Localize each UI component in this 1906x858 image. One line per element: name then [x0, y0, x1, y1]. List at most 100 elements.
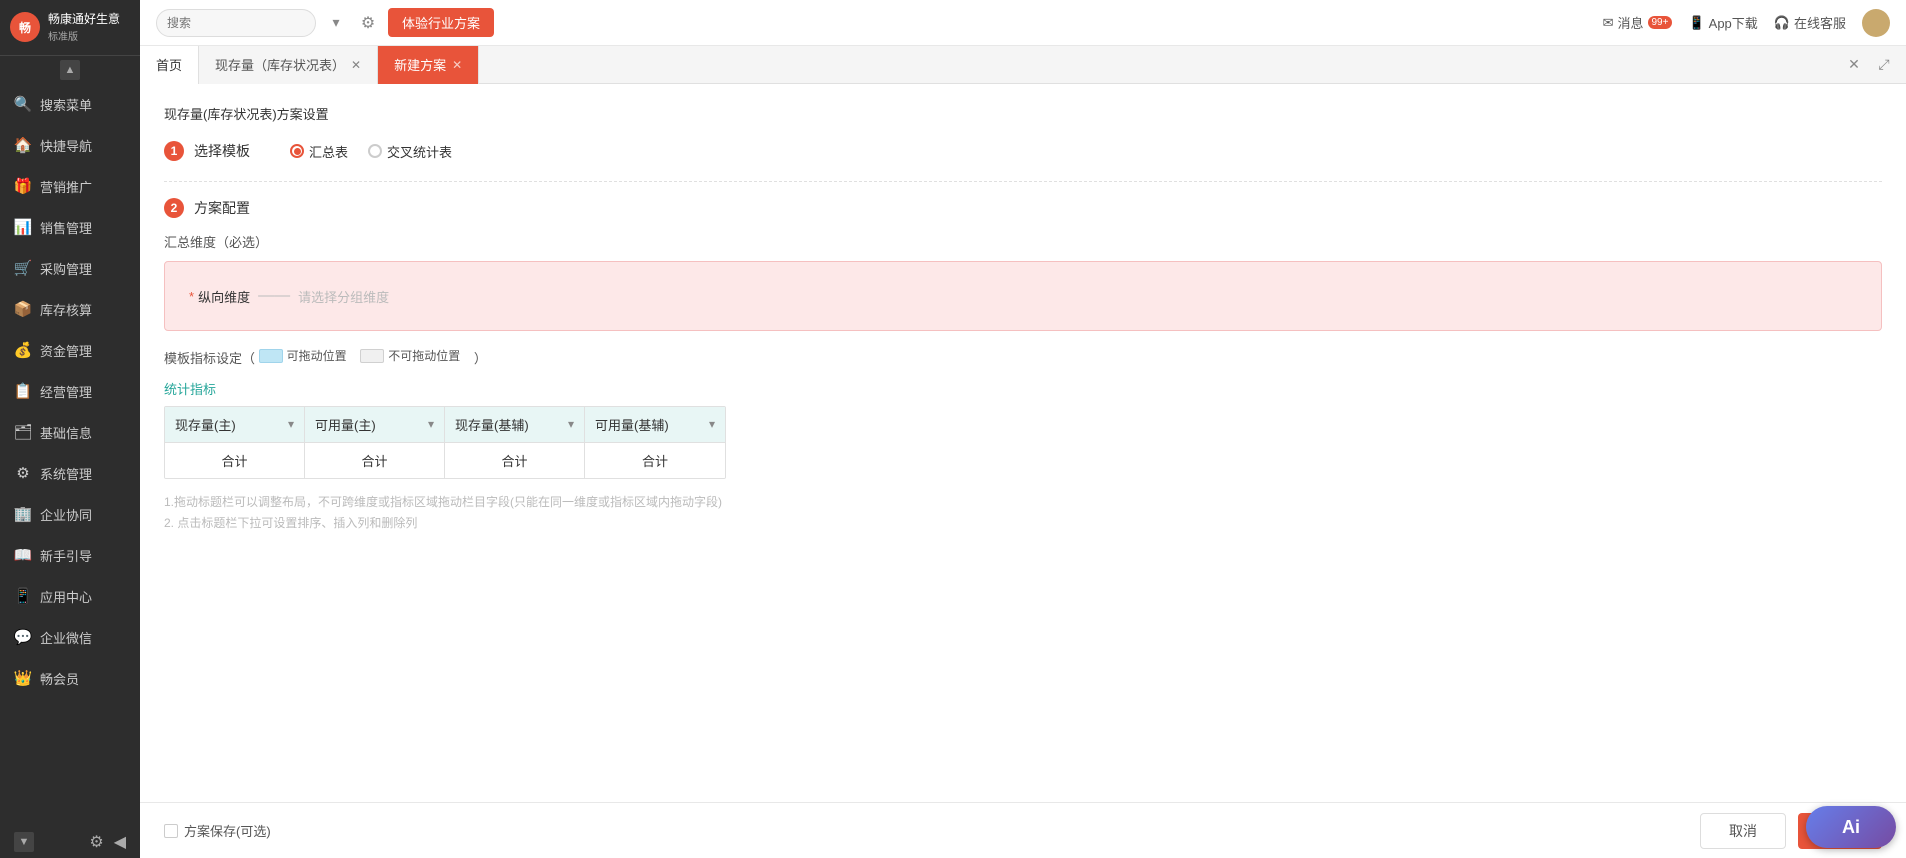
app-center-icon: 📱 — [14, 587, 32, 605]
ai-assistant-button[interactable]: Ai — [1806, 806, 1896, 848]
chevron-icon-0[interactable]: ▾ — [288, 417, 294, 431]
stats-col-3: 可用量(基辅) ▾ 合计 — [585, 407, 725, 478]
system-icon: ⚙ — [14, 464, 32, 482]
indicator-fixed-tag: 不可拖动位置 — [360, 347, 460, 364]
sidebar-logo: 畅 畅康通好生意 标准版 — [0, 0, 140, 56]
content-inner: 现存量(库存状况表)方案设置 1 选择模板 汇总表 交叉统计表 — [140, 84, 1906, 802]
stats-col-1: 可用量(主) ▾ 合计 — [305, 407, 445, 478]
sidebar-item-label: 采购管理 — [40, 259, 92, 278]
sidebar-item-label: 企业协同 — [40, 505, 92, 524]
sidebar-item-label: 畅会员 — [40, 669, 79, 688]
stats-col-2: 现存量(基辅) ▾ 合计 — [445, 407, 585, 478]
message-badge: 99+ — [1648, 16, 1673, 29]
sidebar-item-search[interactable]: 🔍 搜索菜单 — [0, 84, 140, 125]
sidebar-item-label: 营销推广 — [40, 177, 92, 196]
chevron-icon-1[interactable]: ▾ — [428, 417, 434, 431]
sidebar-item-label: 经营管理 — [40, 382, 92, 401]
dimension-box[interactable]: * 纵向维度 —— 请选择分组维度 — [164, 261, 1882, 331]
sidebar-item-operations[interactable]: 📋 经营管理 — [0, 371, 140, 412]
dimension-placeholder: 请选择分组维度 — [298, 287, 389, 306]
tab-inventory-close-icon[interactable]: ✕ — [351, 58, 361, 72]
logo-icon: 畅 — [10, 12, 40, 42]
sidebar-item-basic-info[interactable]: 🗂 基础信息 — [0, 412, 140, 453]
message-label: 消息 — [1617, 13, 1643, 32]
sidebar-item-label: 库存核算 — [40, 300, 92, 319]
sidebar-item-label: 基础信息 — [40, 423, 92, 442]
sidebar-item-finance[interactable]: 💰 资金管理 — [0, 330, 140, 371]
sidebar-item-system[interactable]: ⚙ 系统管理 — [0, 453, 140, 494]
step1-header: 1 选择模板 汇总表 交叉统计表 — [164, 141, 1882, 161]
app-download-icon: 📱 — [1688, 15, 1704, 31]
sidebar-collapse-icon[interactable]: ◀ — [114, 832, 126, 852]
sidebar-nav: 🔍 搜索菜单 🏠 快捷导航 🎁 营销推广 📊 销售管理 🛒 采购管理 📦 库存核… — [0, 84, 140, 826]
chevron-icon-3[interactable]: ▾ — [709, 417, 715, 431]
sidebar-item-sales[interactable]: 📊 销售管理 — [0, 207, 140, 248]
sidebar-item-member[interactable]: 👑 畅会员 — [0, 658, 140, 699]
col-header-label-2: 现存量(基辅) — [455, 415, 529, 434]
app-download-button[interactable]: 📱 App下载 — [1688, 13, 1757, 32]
dropdown-button[interactable]: ▾ — [324, 11, 348, 35]
stats-col-header-0[interactable]: 现存量(主) ▾ — [165, 407, 304, 443]
sidebar: 畅 畅康通好生意 标准版 ▲ 🔍 搜索菜单 🏠 快捷导航 🎁 营销推广 📊 销售… — [0, 0, 140, 858]
stats-col-header-2[interactable]: 现存量(基辅) ▾ — [445, 407, 584, 443]
sidebar-item-label: 企业微信 — [40, 628, 92, 647]
sidebar-item-inventory[interactable]: 📦 库存核算 — [0, 289, 140, 330]
col-header-label-3: 可用量(基辅) — [595, 415, 669, 434]
sales-icon: 📊 — [14, 218, 32, 236]
trial-industry-button[interactable]: 体验行业方案 — [388, 8, 494, 37]
search-input[interactable] — [156, 9, 316, 37]
stats-col-cell-1: 合计 — [305, 443, 444, 478]
tips-section: 1.拖动标题栏可以调整布局，不可跨维度或指标区域拖动栏目字段(只能在同一维度或指… — [164, 492, 1882, 535]
cancel-button[interactable]: 取消 — [1700, 813, 1786, 849]
sidebar-item-label: 搜索菜单 — [40, 95, 92, 114]
message-button[interactable]: ✉ 消息 99+ — [1603, 13, 1673, 32]
col-header-label-1: 可用量(主) — [315, 415, 376, 434]
sidebar-scroll-up[interactable]: ▲ — [60, 60, 80, 80]
tab-close-window-icon[interactable]: ✕ — [1842, 53, 1866, 77]
summary-dimension-label: 汇总维度（必选） — [164, 232, 1882, 251]
sidebar-item-marketing[interactable]: 🎁 营销推广 — [0, 166, 140, 207]
sidebar-item-quick-nav[interactable]: 🏠 快捷导航 — [0, 125, 140, 166]
tab-inventory-status[interactable]: 现存量（库存状况表） ✕ — [199, 46, 378, 84]
stats-col-header-3[interactable]: 可用量(基辅) ▾ — [585, 407, 725, 443]
online-service-button[interactable]: 🎧 在线客服 — [1774, 13, 1846, 32]
tab-expand-icon[interactable]: ⤢ — [1872, 53, 1896, 77]
tab-new-plan[interactable]: 新建方案 ✕ — [378, 46, 479, 84]
radio-summary[interactable]: 汇总表 — [290, 142, 348, 161]
avatar[interactable] — [1862, 9, 1890, 37]
main-area: ▾ ⚙ 体验行业方案 ✉ 消息 99+ 📱 App下载 🎧 在线客服 首页 — [140, 0, 1906, 858]
marketing-icon: 🎁 — [14, 177, 32, 195]
tab-home[interactable]: 首页 — [140, 46, 199, 84]
sidebar-settings-icon[interactable]: ⚙ — [89, 832, 103, 852]
step1-section: 1 选择模板 汇总表 交叉统计表 — [164, 141, 1882, 161]
app-download-label: App下载 — [1709, 13, 1758, 32]
step2-header: 2 方案配置 — [164, 198, 1882, 218]
indicator-movable-label: 可拖动位置 — [287, 347, 347, 364]
sidebar-item-purchase[interactable]: 🛒 采购管理 — [0, 248, 140, 289]
sidebar-item-label: 快捷导航 — [40, 136, 92, 155]
save-option[interactable]: 方案保存(可选) — [164, 821, 271, 840]
gear-button[interactable]: ⚙ — [356, 11, 380, 35]
sidebar-item-enterprise[interactable]: 🏢 企业协同 — [0, 494, 140, 535]
movable-tag-box — [259, 349, 283, 363]
save-checkbox[interactable] — [164, 824, 178, 838]
indicator-fixed-label: 不可拖动位置 — [388, 347, 460, 364]
purchase-icon: 🛒 — [14, 259, 32, 277]
stats-col-header-1[interactable]: 可用量(主) ▾ — [305, 407, 444, 443]
dimension-separator: —— — [258, 287, 290, 305]
sidebar-item-newbie[interactable]: 📖 新手引导 — [0, 535, 140, 576]
dimension-required-mark: * — [189, 289, 194, 304]
chevron-icon-2[interactable]: ▾ — [568, 417, 574, 431]
stats-col-cell-2: 合计 — [445, 443, 584, 478]
headset-icon: 🎧 — [1774, 15, 1790, 31]
sidebar-scroll-down[interactable]: ▼ — [14, 832, 34, 852]
tab-new-plan-close-icon[interactable]: ✕ — [452, 58, 462, 72]
tabbar: 首页 现存量（库存状况表） ✕ 新建方案 ✕ ✕ ⤢ — [140, 46, 1906, 84]
save-label: 方案保存(可选) — [184, 821, 271, 840]
radio-cross[interactable]: 交叉统计表 — [368, 142, 452, 161]
tab-home-label: 首页 — [156, 55, 182, 74]
sidebar-item-app-center[interactable]: 📱 应用中心 — [0, 576, 140, 617]
sidebar-item-weixin[interactable]: 💬 企业微信 — [0, 617, 140, 658]
stats-section: 统计指标 现存量(主) ▾ 合计 — [164, 379, 1882, 482]
content-area: 现存量(库存状况表)方案设置 1 选择模板 汇总表 交叉统计表 — [140, 84, 1906, 858]
